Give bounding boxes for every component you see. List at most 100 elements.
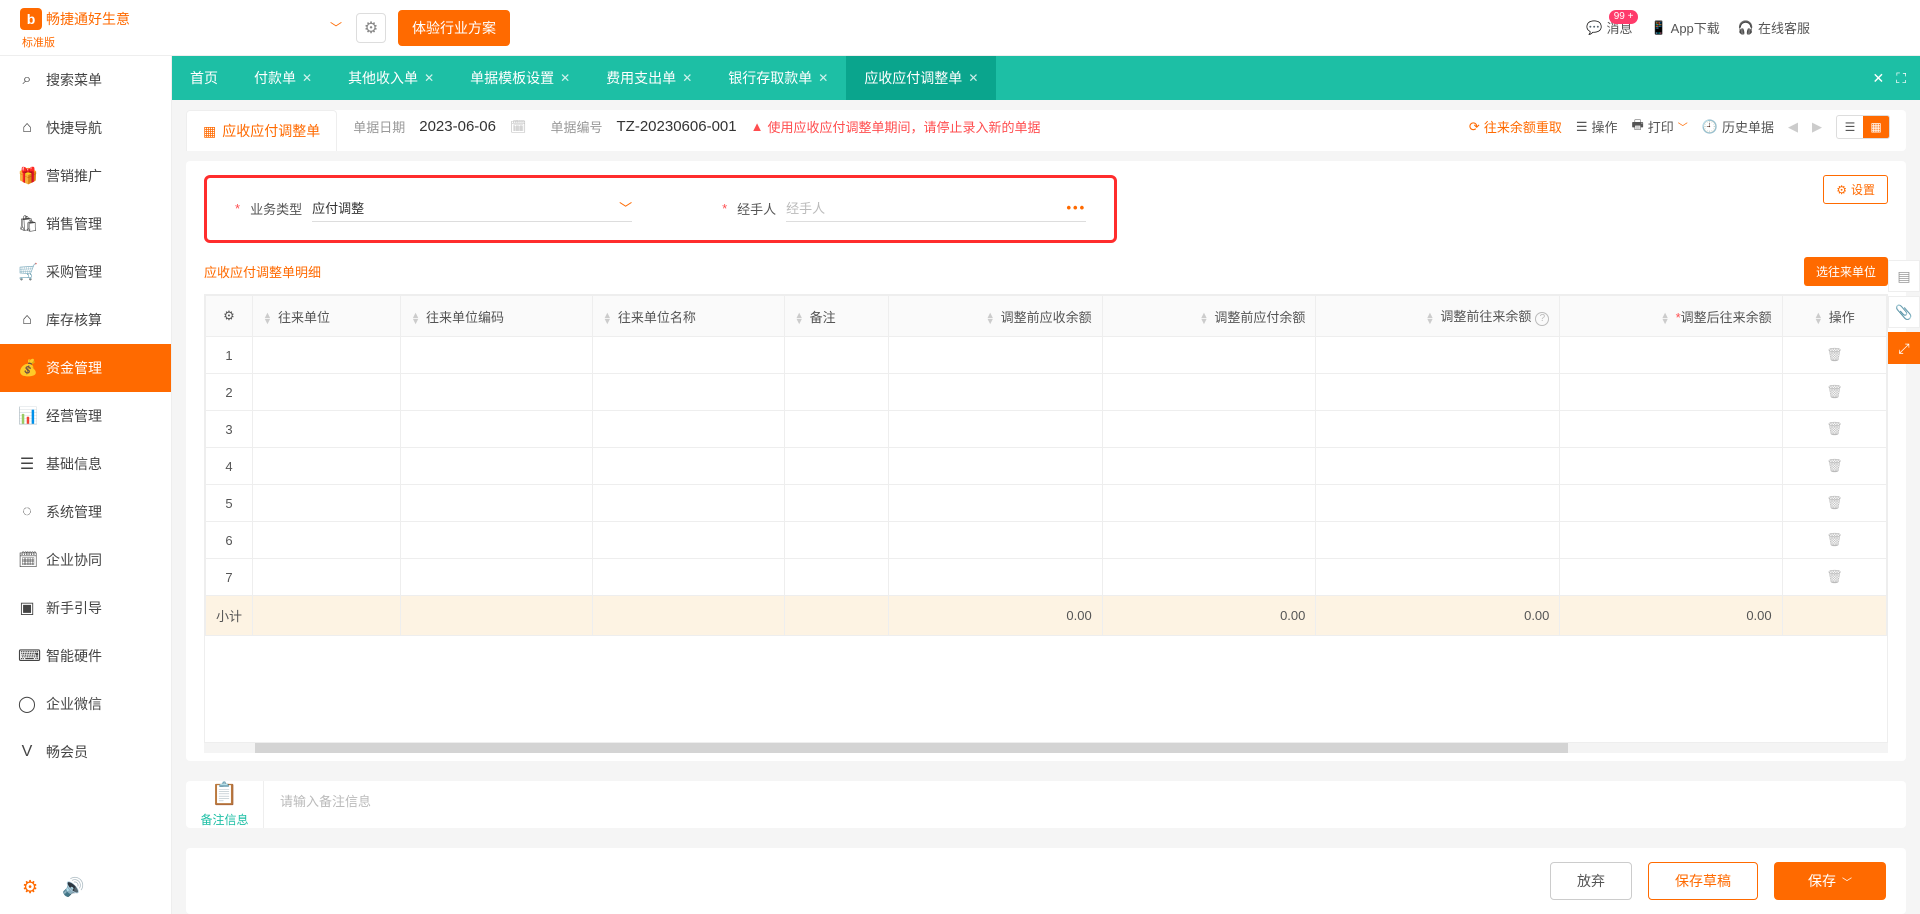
- row-delete[interactable]: 🗑: [1782, 559, 1886, 596]
- row-delete[interactable]: 🗑: [1782, 448, 1886, 485]
- col-调整前应收余额[interactable]: ▲▼调整前应收余额: [888, 296, 1102, 337]
- biz-type-select[interactable]: 应付调整 ﹀: [312, 194, 632, 222]
- remarks-input[interactable]: [280, 794, 1890, 809]
- settings-button[interactable]: ⚙ 设置: [1823, 175, 1888, 204]
- cell[interactable]: [401, 448, 593, 485]
- cell[interactable]: [1560, 448, 1782, 485]
- cell[interactable]: [1102, 448, 1316, 485]
- col-调整前往来余额[interactable]: ▲▼调整前往来余额?: [1316, 296, 1560, 337]
- cell[interactable]: [784, 411, 888, 448]
- history-button[interactable]: 🕘历史单据: [1702, 117, 1774, 136]
- cell[interactable]: [253, 559, 401, 596]
- handler-input[interactable]: 经手人 •••: [786, 194, 1086, 222]
- cell[interactable]: [1102, 559, 1316, 596]
- close-icon[interactable]: ✕: [818, 71, 828, 85]
- cell[interactable]: [888, 485, 1102, 522]
- sidebar-item-资金管理[interactable]: 💰资金管理: [0, 344, 171, 392]
- sidebar-item-畅会员[interactable]: V畅会员: [0, 728, 171, 776]
- cell[interactable]: [592, 411, 784, 448]
- cell[interactable]: [401, 522, 593, 559]
- sidebar-item-库存核算[interactable]: ⌂库存核算: [0, 296, 171, 344]
- save-draft-button[interactable]: 保存草稿: [1648, 862, 1758, 900]
- cell[interactable]: [1560, 559, 1782, 596]
- cell[interactable]: [401, 337, 593, 374]
- app-download-button[interactable]: 📱 App下载: [1650, 18, 1719, 37]
- dock-attach-icon[interactable]: 📎: [1888, 296, 1920, 328]
- cell[interactable]: [888, 448, 1102, 485]
- col-调整前应付余额[interactable]: ▲▼调整前应付余额: [1102, 296, 1316, 337]
- cell[interactable]: [401, 374, 593, 411]
- tab-银行存取款单[interactable]: 银行存取款单✕: [710, 56, 846, 100]
- save-button[interactable]: 保存 ﹀: [1774, 862, 1886, 900]
- doc-type-tab[interactable]: ▦ 应收应付调整单: [186, 110, 337, 151]
- sidebar-item-基础信息[interactable]: ☰基础信息: [0, 440, 171, 488]
- col-操作[interactable]: ▲▼操作: [1782, 296, 1886, 337]
- settings-gear-button[interactable]: ⚙: [356, 13, 386, 43]
- doc-date-value[interactable]: 2023-06-06: [419, 118, 496, 135]
- cell[interactable]: [1102, 485, 1316, 522]
- cell[interactable]: [592, 374, 784, 411]
- cell[interactable]: [784, 337, 888, 374]
- sidebar-item-智能硬件[interactable]: ⌨智能硬件: [0, 632, 171, 680]
- cell[interactable]: [592, 559, 784, 596]
- cell[interactable]: [784, 559, 888, 596]
- cell[interactable]: [592, 485, 784, 522]
- horizontal-scrollbar[interactable]: [204, 743, 1888, 753]
- dock-expand-icon[interactable]: ⤢: [1888, 332, 1920, 364]
- info-icon[interactable]: ?: [1535, 312, 1549, 326]
- tab-close-all-icon[interactable]: ✕: [1872, 70, 1884, 87]
- close-icon[interactable]: ✕: [682, 71, 692, 85]
- messages-button[interactable]: 💬 消息 99 +: [1586, 18, 1632, 37]
- row-delete[interactable]: 🗑: [1782, 411, 1886, 448]
- tab-应收应付调整单[interactable]: 应收应付调整单✕: [846, 56, 996, 100]
- table-row[interactable]: 5🗑: [206, 485, 1887, 522]
- cell[interactable]: [1560, 374, 1782, 411]
- row-delete[interactable]: 🗑: [1782, 485, 1886, 522]
- cell[interactable]: [253, 337, 401, 374]
- cell[interactable]: [888, 411, 1102, 448]
- table-row[interactable]: 2🗑: [206, 374, 1887, 411]
- cell[interactable]: [1560, 485, 1782, 522]
- cell[interactable]: [1102, 337, 1316, 374]
- cell[interactable]: [1102, 374, 1316, 411]
- table-row[interactable]: 6🗑: [206, 522, 1887, 559]
- cell[interactable]: [1316, 411, 1560, 448]
- cell[interactable]: [888, 522, 1102, 559]
- reget-balance-button[interactable]: ⟳往来余额重取: [1469, 117, 1562, 136]
- user-menu[interactable]: [1828, 18, 1908, 37]
- table-row[interactable]: 7🗑: [206, 559, 1887, 596]
- tab-expand-icon[interactable]: ⛶: [1896, 70, 1906, 87]
- sidebar-sound-icon[interactable]: 🔊: [62, 877, 84, 898]
- cell[interactable]: [784, 448, 888, 485]
- cell[interactable]: [1316, 374, 1560, 411]
- tenant-selector[interactable]: ﹀: [202, 19, 342, 36]
- sidebar-item-搜索菜单[interactable]: ⌕搜索菜单: [0, 56, 171, 104]
- cell[interactable]: [401, 559, 593, 596]
- cell[interactable]: [1560, 411, 1782, 448]
- cell[interactable]: [401, 411, 593, 448]
- dock-note-icon[interactable]: ▤: [1888, 260, 1920, 292]
- online-service-button[interactable]: 🎧 在线客服: [1738, 18, 1810, 37]
- sidebar-item-系统管理[interactable]: ◌系统管理: [0, 488, 171, 536]
- cell[interactable]: [784, 374, 888, 411]
- close-icon[interactable]: ✕: [424, 71, 434, 85]
- cell[interactable]: [888, 337, 1102, 374]
- cell[interactable]: [1560, 522, 1782, 559]
- view-list-button[interactable]: ☰: [1837, 116, 1863, 138]
- view-card-button[interactable]: ▦: [1863, 116, 1889, 138]
- sidebar-gear-icon[interactable]: ⚙: [22, 877, 38, 898]
- cell[interactable]: [1316, 485, 1560, 522]
- table-row[interactable]: 1🗑: [206, 337, 1887, 374]
- cell[interactable]: [253, 374, 401, 411]
- cell[interactable]: [1102, 522, 1316, 559]
- tab-付款单[interactable]: 付款单✕: [236, 56, 330, 100]
- close-icon[interactable]: ✕: [302, 71, 312, 85]
- close-icon[interactable]: ✕: [560, 71, 570, 85]
- close-icon[interactable]: ✕: [968, 71, 978, 85]
- sidebar-item-经营管理[interactable]: 📊经营管理: [0, 392, 171, 440]
- sidebar-item-企业微信[interactable]: ◯企业微信: [0, 680, 171, 728]
- cell[interactable]: [1316, 559, 1560, 596]
- discard-button[interactable]: 放弃: [1550, 862, 1632, 900]
- column-settings[interactable]: ⚙: [206, 296, 253, 337]
- col-往来单位[interactable]: ▲▼往来单位: [253, 296, 401, 337]
